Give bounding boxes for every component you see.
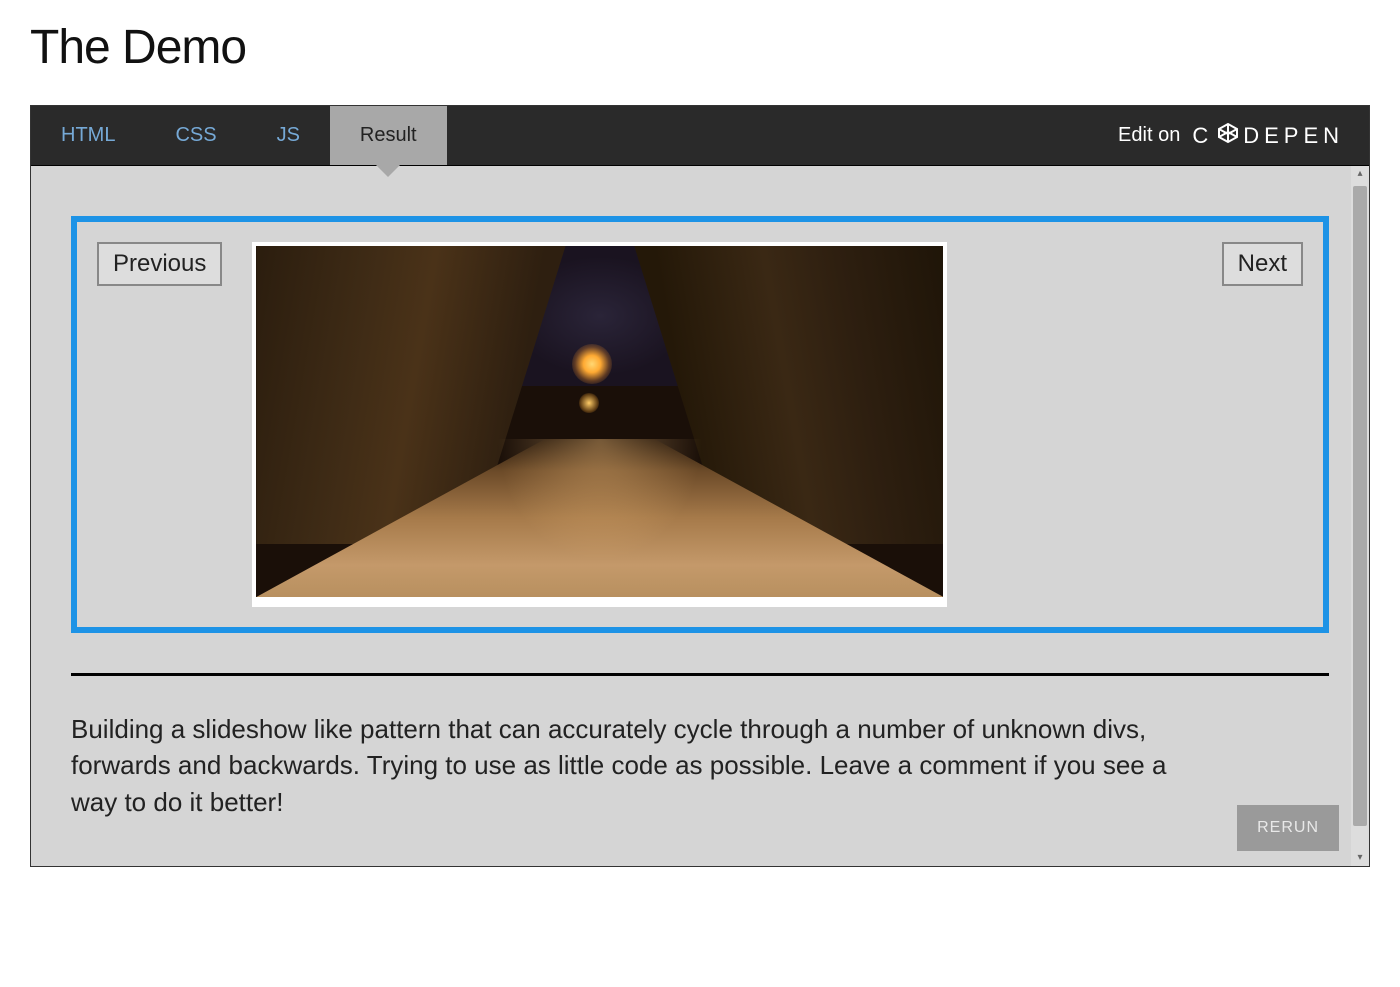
scrollbar-thumb[interactable]: [1353, 186, 1367, 826]
scrollbar-down-icon[interactable]: ▾: [1351, 850, 1369, 866]
rerun-button[interactable]: RERUN: [1237, 805, 1339, 851]
codepen-logo-letter: C: [1192, 123, 1213, 149]
codepen-logo-text: DEPEN: [1243, 123, 1344, 149]
image-streetlight-far: [579, 393, 599, 413]
divider: [71, 673, 1329, 676]
slideshow-image: [252, 242, 947, 607]
tab-result[interactable]: Result: [330, 106, 447, 165]
next-button[interactable]: Next: [1222, 242, 1303, 286]
scrollbar[interactable]: ▴ ▾: [1351, 166, 1369, 866]
edit-on-codepen-link[interactable]: Edit on C DEPEN: [1118, 121, 1369, 151]
previous-button[interactable]: Previous: [97, 242, 222, 286]
codepen-tabs: HTML CSS JS Result: [31, 106, 447, 165]
page-title: The Demo: [30, 20, 1370, 75]
edit-on-label: Edit on: [1118, 124, 1180, 147]
codepen-result-body: ▴ ▾ Previous Next Building a slideshow l…: [31, 166, 1369, 866]
codepen-logo: C DEPEN: [1192, 121, 1344, 151]
codepen-embed: HTML CSS JS Result Edit on C DEPEN: [30, 105, 1370, 867]
tab-css[interactable]: CSS: [145, 106, 246, 165]
tab-html[interactable]: HTML: [31, 106, 145, 165]
image-path-glow: [497, 439, 703, 562]
description-text: Building a slideshow like pattern that c…: [71, 711, 1329, 820]
codepen-logo-icon: [1216, 121, 1240, 151]
codepen-header: HTML CSS JS Result Edit on C DEPEN: [31, 106, 1369, 166]
scrollbar-up-icon[interactable]: ▴: [1351, 166, 1369, 182]
slideshow-container: Previous Next: [71, 216, 1329, 633]
tab-js[interactable]: JS: [247, 106, 330, 165]
